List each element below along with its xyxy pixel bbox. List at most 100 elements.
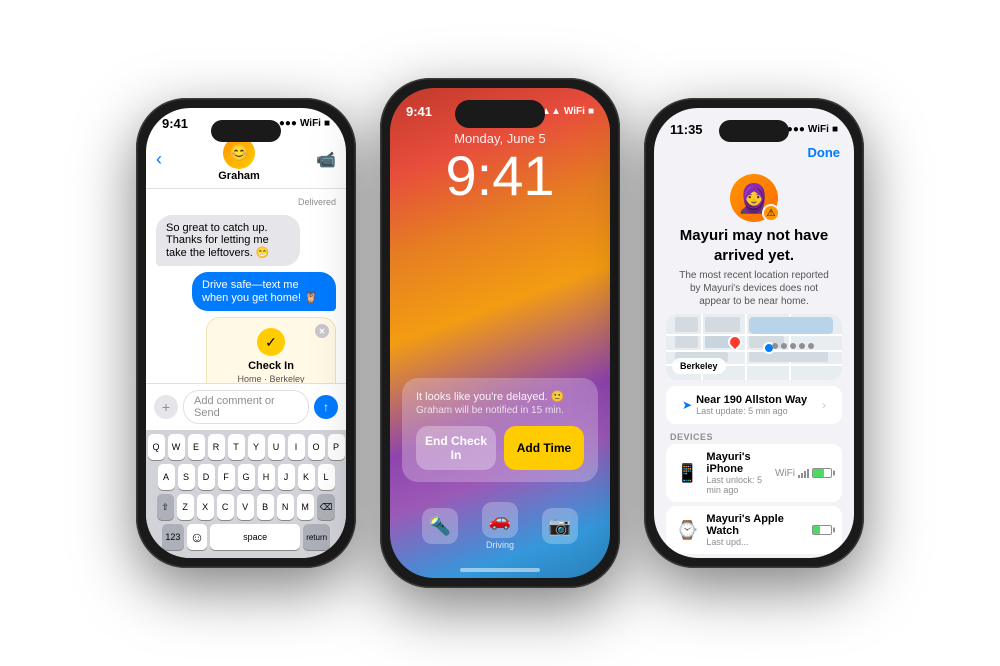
key-l[interactable]: L <box>318 464 335 490</box>
notif-title: It looks like you're delayed. 🙂 <box>416 390 584 403</box>
message-input-field[interactable]: Add comment or Send <box>183 390 309 424</box>
check-in-close-icon[interactable]: ✕ <box>315 324 329 338</box>
key-g[interactable]: G <box>238 464 255 490</box>
key-d[interactable]: D <box>198 464 215 490</box>
keyboard-row-1: Q W E R T Y U I O P <box>148 434 344 460</box>
notif-subtitle: Graham will be notified in 15 min. <box>416 405 584 416</box>
back-arrow-icon[interactable]: ‹ <box>156 149 162 170</box>
map-container[interactable]: Berkeley <box>666 314 842 380</box>
key-shift[interactable]: ⇧ <box>157 494 174 520</box>
location-row[interactable]: ➤ Near 190 Allston Way Last update: 5 mi… <box>666 386 842 424</box>
wifi-signal-icon: WiFi <box>775 468 795 479</box>
add-time-button[interactable]: Add Time <box>504 426 584 470</box>
key-a[interactable]: A <box>158 464 175 490</box>
key-r[interactable]: R <box>208 434 225 460</box>
check-in-title: Check In <box>217 360 325 372</box>
message-bubble-received-1: So great to catch up. Thanks for letting… <box>156 215 300 266</box>
key-c[interactable]: C <box>217 494 234 520</box>
key-z[interactable]: Z <box>177 494 194 520</box>
iphone-device-name: Mayuri's iPhone <box>706 451 767 475</box>
check-in-notification: It looks like you're delayed. 🙂 Graham w… <box>402 378 598 482</box>
key-x[interactable]: X <box>197 494 214 520</box>
key-j[interactable]: J <box>278 464 295 490</box>
end-check-in-button[interactable]: End Check In <box>416 426 496 470</box>
iphone-device-status: Last unlock: 5 min ago <box>706 475 767 495</box>
map-city-label: Berkeley <box>672 358 726 374</box>
key-h[interactable]: H <box>258 464 275 490</box>
key-f[interactable]: F <box>218 464 235 490</box>
watch-battery-bar <box>812 525 832 535</box>
status-icons-3: ●●● WiFi ■ <box>787 124 838 135</box>
findmy-title: Mayuri may not have arrived yet. <box>654 226 854 265</box>
message-input-bar: + Add comment or Send ↑ <box>146 383 346 430</box>
wifi-icon-1: WiFi <box>300 118 321 129</box>
key-i[interactable]: I <box>288 434 305 460</box>
wifi-icon-2: WiFi <box>564 106 585 117</box>
key-space[interactable]: space <box>210 524 300 550</box>
dock-camera[interactable]: 📷 <box>542 508 578 544</box>
key-p[interactable]: P <box>328 434 345 460</box>
key-w[interactable]: W <box>168 434 185 460</box>
device-info-watch: Mayuri's Apple Watch Last upd... <box>706 513 804 547</box>
contact-name: Graham <box>168 170 310 182</box>
attach-icon[interactable]: + <box>154 395 178 419</box>
key-m[interactable]: M <box>297 494 314 520</box>
dynamic-island-3 <box>719 120 789 142</box>
location-update-time: Last update: 5 min ago <box>696 406 822 416</box>
key-k[interactable]: K <box>298 464 315 490</box>
warning-badge-icon: ⚠ <box>762 204 780 222</box>
flashlight-icon: 🔦 <box>422 508 458 544</box>
key-n[interactable]: N <box>277 494 294 520</box>
dock-flashlight[interactable]: 🔦 <box>422 508 458 544</box>
key-numbers[interactable]: 123 <box>162 524 184 550</box>
done-button[interactable]: Done <box>808 145 841 160</box>
message-bubble-sent-1: Drive safe—text me when you get home! 🦉 <box>192 272 336 311</box>
lock-time: 9:41 <box>390 148 610 204</box>
delivered-label: Delivered <box>156 197 336 207</box>
device-row-watch: ⌚ Mayuri's Apple Watch Last upd... <box>666 506 842 554</box>
iphone-battery-bar <box>812 468 832 478</box>
avatar-warning-area: 🧕 ⚠ <box>654 166 854 226</box>
devices-section: DEVICES 📱 Mayuri's iPhone Last unlock: 5… <box>654 428 854 558</box>
dynamic-island-2 <box>455 100 545 128</box>
key-y[interactable]: Y <box>248 434 265 460</box>
check-in-card: ✕ ✓ Check In Home · Berkeley Around 11:0… <box>206 317 336 383</box>
keyboard: Q W E R T Y U I O P A S D F G H <box>146 430 346 558</box>
contact-info: 😊 Graham <box>168 137 310 182</box>
key-t[interactable]: T <box>228 434 245 460</box>
dynamic-island-1 <box>211 120 281 142</box>
key-o[interactable]: O <box>308 434 325 460</box>
findmy-subtitle: The most recent location reported by May… <box>654 265 854 314</box>
chevron-right-icon: › <box>822 398 826 412</box>
status-time-2: 9:41 <box>406 104 432 119</box>
status-time-1: 9:41 <box>162 116 188 131</box>
keyboard-row-3: ⇧ Z X C V B N M ⌫ <box>148 494 344 520</box>
iphone-battery: WiFi <box>775 468 832 479</box>
key-emoji[interactable]: ☺ <box>187 524 207 550</box>
wifi-icon-3: WiFi <box>808 124 829 135</box>
key-q[interactable]: Q <box>148 434 165 460</box>
location-address: Near 190 Allston Way <box>696 394 822 406</box>
home-indicator <box>460 568 540 572</box>
watch-device-name: Mayuri's Apple Watch <box>706 513 804 537</box>
signal-icon-1: ●●● <box>279 118 297 129</box>
check-in-detail-1: Home · Berkeley <box>217 374 325 383</box>
dock-driving[interactable]: 🚗 Driving <box>482 502 518 550</box>
key-e[interactable]: E <box>188 434 205 460</box>
key-b[interactable]: B <box>257 494 274 520</box>
battery-icon-2: ■ <box>588 106 594 117</box>
mayuri-avatar: 🧕 ⚠ <box>730 174 778 222</box>
key-s[interactable]: S <box>178 464 195 490</box>
battery-icon-1: ■ <box>324 118 330 129</box>
watch-device-status: Last upd... <box>706 537 804 547</box>
video-call-icon[interactable]: 📹 <box>316 150 336 170</box>
key-delete[interactable]: ⌫ <box>317 494 336 520</box>
battery-icon-3: ■ <box>832 124 838 135</box>
location-arrow-icon: ➤ <box>682 398 692 412</box>
send-button[interactable]: ↑ <box>314 395 338 419</box>
signal-bars-icon <box>798 468 809 478</box>
key-v[interactable]: V <box>237 494 254 520</box>
key-u[interactable]: U <box>268 434 285 460</box>
map-background: Berkeley <box>666 314 842 380</box>
key-return[interactable]: return <box>303 524 330 550</box>
